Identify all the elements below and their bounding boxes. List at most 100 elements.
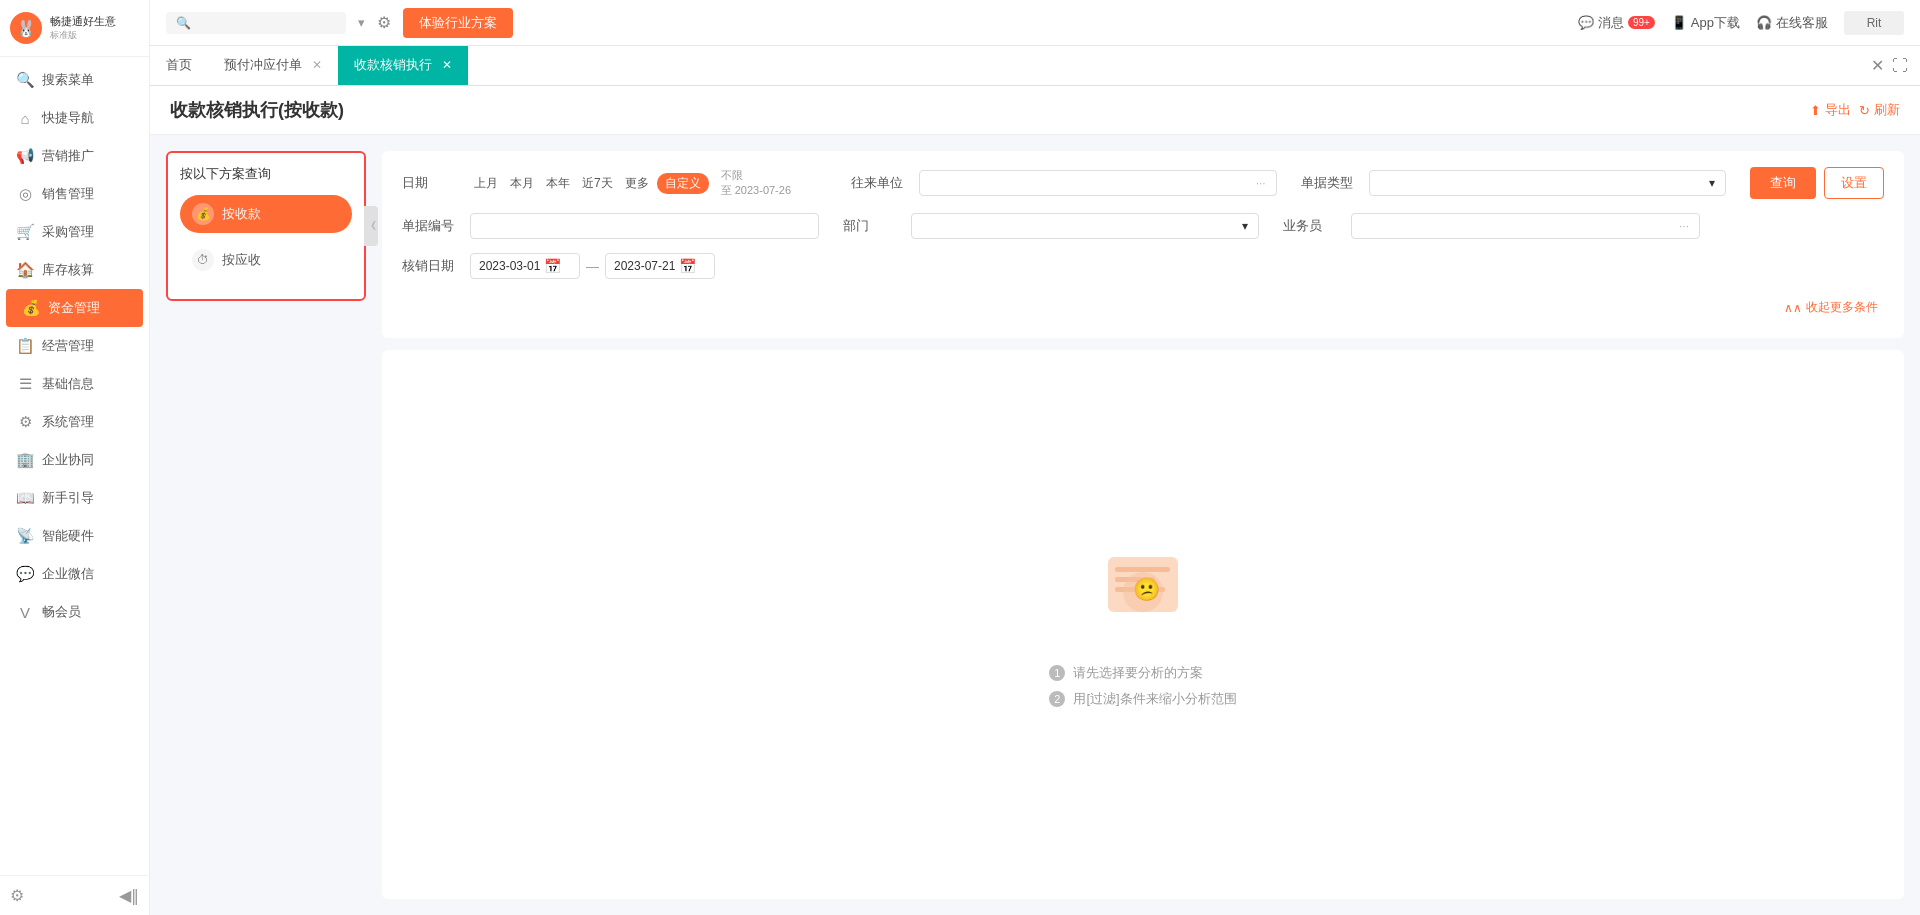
verify-date-end[interactable]: 2023-07-21 📅 (605, 253, 715, 279)
sidebar-item-operation[interactable]: 📋经营管理 (0, 327, 149, 365)
staff-field: 业务员 ··· (1283, 213, 1700, 239)
app-download-button[interactable]: 📱 App下载 (1671, 14, 1740, 32)
user-avatar[interactable]: Rit (1844, 11, 1904, 35)
industry-solution-button[interactable]: 体验行业方案 (403, 8, 513, 38)
date-separator: — (586, 259, 599, 274)
message-icon: 💬 (1578, 15, 1594, 30)
collapse-icon: ∧∧ (1784, 301, 1802, 315)
main-content: 🔍 ▾ ⚙ 体验行业方案 💬 消息 99+ 📱 App下载 🎧 在线客服 Rit (150, 0, 1920, 915)
sales-icon: ◎ (16, 185, 34, 203)
marketing-icon: 📢 (16, 147, 34, 165)
content-area: 按以下方案查询 💰 按收款 ⏱ 按应收 《 (150, 135, 1920, 915)
empty-tip-2: 2 用[过滤]条件来缩小分析范围 (1049, 686, 1236, 712)
query-button[interactable]: 查询 (1750, 167, 1816, 199)
tab-close-all-icon[interactable]: ✕ (1871, 56, 1884, 75)
sidebar-item-basic-info[interactable]: ☰基础信息 (0, 365, 149, 403)
date-this-month[interactable]: 本月 (506, 173, 538, 194)
tab-prepay-close[interactable]: ✕ (312, 58, 322, 72)
filter-by-receivable[interactable]: ⏱ 按应收 (180, 241, 352, 279)
sidebar-item-label: 新手引导 (42, 489, 94, 507)
staff-input[interactable]: ··· (1351, 213, 1700, 239)
verify-date-group: 2023-03-01 📅 — 2023-07-21 📅 (470, 253, 715, 279)
collapse-sidebar-icon[interactable]: ◀‖ (119, 886, 139, 905)
doc-type-select[interactable]: ▾ (1369, 170, 1726, 196)
date-more[interactable]: 更多 (621, 173, 653, 194)
date-custom[interactable]: 自定义 (657, 173, 709, 194)
dept-select[interactable]: ▾ (911, 213, 1260, 239)
header-dropdown-icon[interactable]: ▾ (358, 15, 365, 30)
sidebar-item-member[interactable]: V畅会员 (0, 593, 149, 631)
dept-field: 部门 ▾ (843, 213, 1260, 239)
page-title: 收款核销执行(按收款) (170, 98, 344, 122)
message-button[interactable]: 💬 消息 99+ (1578, 14, 1655, 32)
sidebar-item-search-menu[interactable]: 🔍搜索菜单 (0, 61, 149, 99)
date-last-month[interactable]: 上月 (470, 173, 502, 194)
partner-field: 往来单位 ··· (851, 170, 1276, 196)
sidebar-item-cooperation[interactable]: 🏢企业协同 (0, 441, 149, 479)
online-service-button[interactable]: 🎧 在线客服 (1756, 14, 1828, 32)
tab-receipt-cancel-close[interactable]: ✕ (442, 58, 452, 72)
sidebar-item-label: 快捷导航 (42, 109, 94, 127)
logo-text: 畅捷通好生意 标准版 (50, 14, 116, 41)
page-header: 收款核销执行(按收款) ⬆ 导出 ↻ 刷新 (150, 86, 1920, 135)
sidebar-item-label: 营销推广 (42, 147, 94, 165)
tab-fullscreen-icon[interactable]: ⛶ (1892, 57, 1908, 75)
header-gear-icon[interactable]: ⚙ (377, 13, 391, 32)
sidebar-item-label: 经营管理 (42, 337, 94, 355)
sidebar-item-finance[interactable]: 💰资金管理 (6, 289, 143, 327)
doc-no-label: 单据编号 (402, 217, 462, 235)
purchase-icon: 🛒 (16, 223, 34, 241)
tab-home[interactable]: 首页 (150, 46, 208, 85)
query-area: 日期 上月 本月 本年 近7天 更多 自定义 不限 至 (382, 151, 1904, 899)
filter-title: 按以下方案查询 (180, 165, 352, 183)
tabbar-actions: ✕ ⛶ (1871, 46, 1920, 85)
date-no-limit: 不限 (721, 168, 791, 183)
collapse-button[interactable]: ∧∧ 收起更多条件 (1778, 293, 1884, 322)
sidebar-item-inventory[interactable]: 🏠库存核算 (0, 251, 149, 289)
filter-receivable-icon: ⏱ (192, 249, 214, 271)
export-icon: ⬆ (1810, 103, 1821, 118)
filter-box: 按以下方案查询 💰 按收款 ⏱ 按应收 《 (166, 151, 366, 301)
date-this-year[interactable]: 本年 (542, 173, 574, 194)
calendar-start-icon[interactable]: 📅 (544, 258, 561, 274)
header-search[interactable]: 🔍 (166, 12, 346, 34)
sidebar-item-quick-nav[interactable]: ⌂快捷导航 (0, 99, 149, 137)
sidebar-nav: 🔍搜索菜单⌂快捷导航 📢 营销推广 ◎销售管理🛒采购管理🏠库存核算💰资金管理📋经营管理… (0, 57, 149, 875)
form-row-3: 核销日期 2023-03-01 📅 — 2023-07-21 📅 (402, 253, 1884, 279)
page: 收款核销执行(按收款) ⬆ 导出 ↻ 刷新 按以下方案查询 💰 (150, 86, 1920, 915)
refresh-button[interactable]: ↻ 刷新 (1859, 101, 1900, 119)
filter-collapse-button[interactable]: 《 (364, 206, 378, 246)
doc-no-input[interactable] (470, 213, 819, 239)
setting-button[interactable]: 设置 (1824, 167, 1884, 199)
inventory-icon: 🏠 (16, 261, 34, 279)
empty-tip-1: 1 请先选择要分析的方案 (1049, 660, 1236, 686)
export-button[interactable]: ⬆ 导出 (1810, 101, 1851, 119)
empty-icon: 😕 (1083, 537, 1203, 640)
settings-icon[interactable]: ⚙ (10, 886, 24, 905)
tab-prepay[interactable]: 预付冲应付单 ✕ (208, 46, 338, 85)
sidebar-item-hardware[interactable]: 📡智能硬件 (0, 517, 149, 555)
refresh-icon: ↻ (1859, 103, 1870, 118)
sidebar-item-label: 企业协同 (42, 451, 94, 469)
sidebar-item-guide[interactable]: 📖新手引导 (0, 479, 149, 517)
query-form: 日期 上月 本月 本年 近7天 更多 自定义 不限 至 (382, 151, 1904, 338)
sidebar-item-sales[interactable]: ◎销售管理 (0, 175, 149, 213)
calendar-end-icon[interactable]: 📅 (679, 258, 696, 274)
filter-by-receipt[interactable]: 💰 按收款 (180, 195, 352, 233)
sidebar-item-purchase[interactable]: 🛒采购管理 (0, 213, 149, 251)
sidebar-item-wechat[interactable]: 💬企业微信 (0, 555, 149, 593)
filter-panel: 按以下方案查询 💰 按收款 ⏱ 按应收 《 (166, 151, 366, 899)
verify-date-start[interactable]: 2023-03-01 📅 (470, 253, 580, 279)
partner-input[interactable]: ··· (919, 170, 1276, 196)
tab-receipt-cancel[interactable]: 收款核销执行 ✕ (338, 46, 468, 85)
wechat-icon: 💬 (16, 565, 34, 583)
date-7days[interactable]: 近7天 (578, 173, 617, 194)
verify-date-field: 核销日期 2023-03-01 📅 — 2023-07-21 📅 (402, 253, 1884, 279)
sidebar-item-system[interactable]: ⚙系统管理 (0, 403, 149, 441)
tab-bar: 首页 预付冲应付单 ✕ 收款核销执行 ✕ ✕ ⛶ (150, 46, 1920, 86)
sidebar-item-marketing[interactable]: 📢 营销推广 (0, 137, 149, 175)
doc-no-field: 单据编号 (402, 213, 819, 239)
service-icon: 🎧 (1756, 15, 1772, 30)
dept-dropdown-icon: ▾ (1242, 219, 1248, 233)
sidebar-item-label: 搜索菜单 (42, 71, 94, 89)
